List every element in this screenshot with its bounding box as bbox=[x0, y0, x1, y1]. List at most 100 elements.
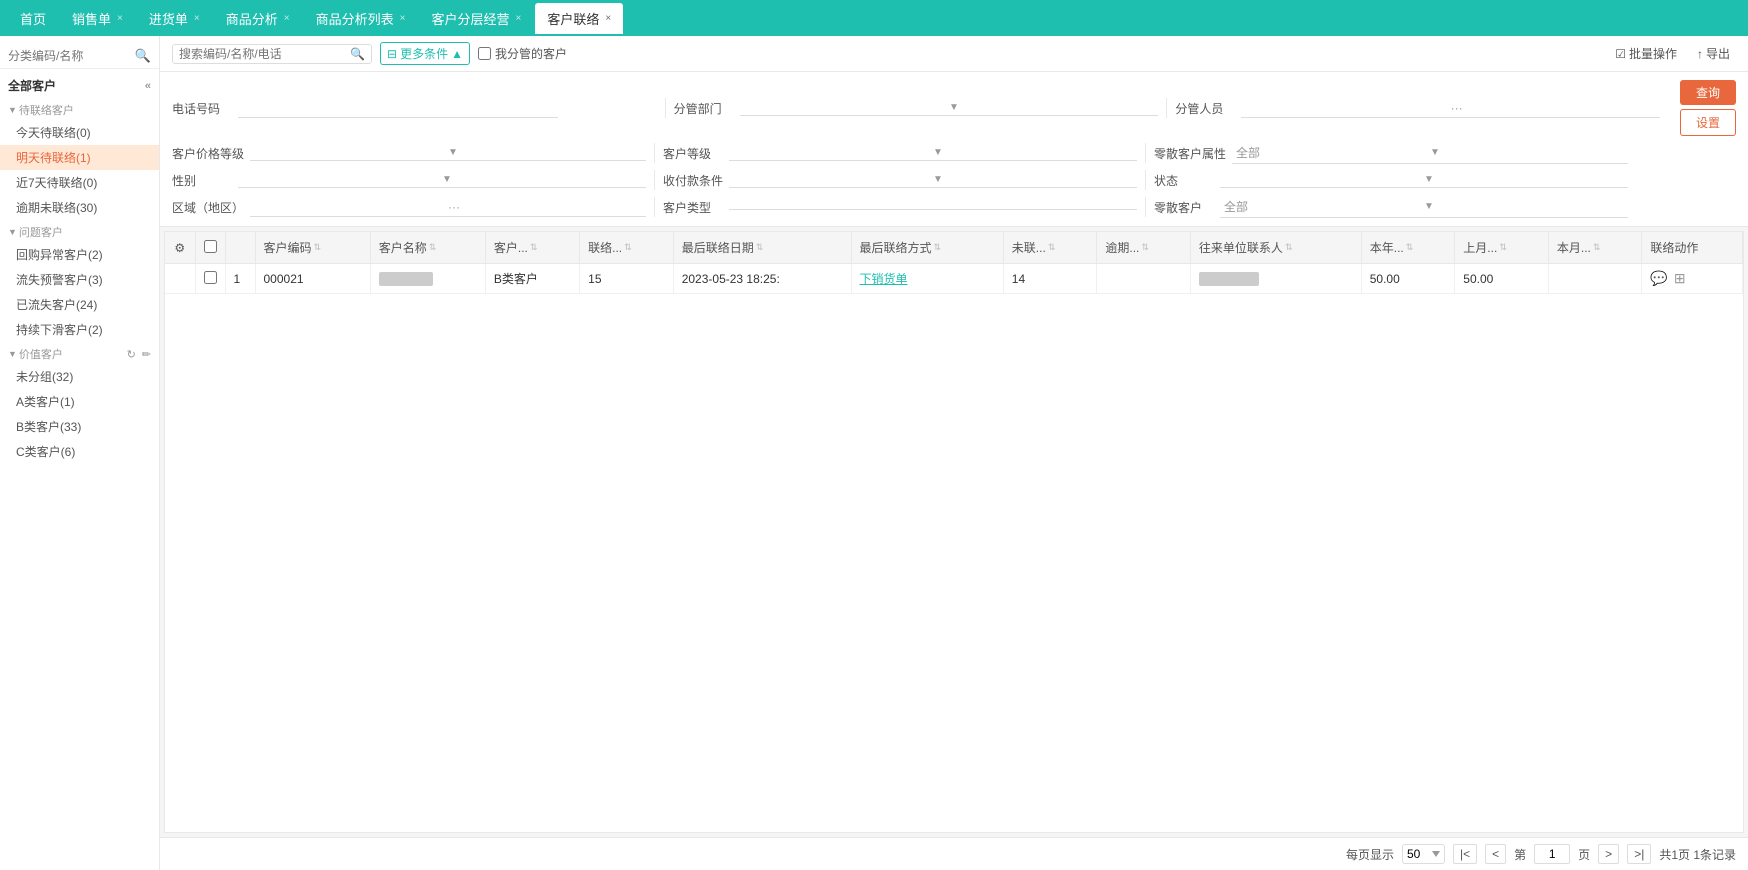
nav-customer-segment-close[interactable]: × bbox=[515, 13, 521, 24]
more-conditions-btn[interactable]: ⊟ 更多条件 ▲ bbox=[380, 42, 470, 65]
filter-row-3: 性别 ▼ 收付款条件 ▼ 状态 bbox=[172, 170, 1736, 190]
settings-btn[interactable]: 设置 bbox=[1680, 109, 1736, 136]
sidebar-item-lost-warning[interactable]: 流失预警客户(3) bbox=[0, 267, 159, 292]
td-last-contact-method[interactable]: 下销货单 bbox=[851, 264, 1003, 294]
nav-customer-contact-close[interactable]: × bbox=[605, 13, 611, 24]
sidebar-item-overdue[interactable]: 逾期未联络(30) bbox=[0, 195, 159, 220]
sort-unit-icon: ⇅ bbox=[1285, 242, 1293, 253]
sidebar-item-type-c[interactable]: C类客户(6) bbox=[0, 439, 159, 464]
sidebar-item-week7[interactable]: 近7天待联络(0) bbox=[0, 170, 159, 195]
nav-purchase[interactable]: 进货单 × bbox=[137, 3, 212, 34]
gear-icon[interactable]: ⚙ bbox=[174, 241, 185, 255]
value-refresh-icon[interactable]: ↻ bbox=[127, 348, 136, 361]
person-more-icon[interactable]: ··· bbox=[1447, 101, 1656, 115]
person-select[interactable]: ··· bbox=[1241, 99, 1660, 118]
batch-op-btn[interactable]: ☑ 批量操作 bbox=[1609, 43, 1683, 64]
payment-select[interactable]: ▼ bbox=[729, 172, 1137, 188]
phone-input[interactable] bbox=[238, 99, 558, 118]
retail-attr-arrow-icon: ▼ bbox=[1430, 147, 1624, 158]
th-name[interactable]: 客户名称 ⇅ bbox=[370, 232, 485, 264]
action-grid-icon[interactable]: ⊞ bbox=[1674, 270, 1686, 287]
th-code[interactable]: 客户编码 ⇅ bbox=[255, 232, 370, 264]
my-customers-checkbox[interactable] bbox=[478, 47, 491, 60]
filter-row-2: 客户价格等级 ▼ 客户等级 ▼ 零散客户属性 bbox=[172, 142, 1736, 164]
retail-attr-select[interactable]: 全部 ▼ bbox=[1232, 142, 1628, 164]
th-this-year[interactable]: 本年... ⇅ bbox=[1361, 232, 1455, 264]
td-checkbox[interactable] bbox=[195, 264, 225, 294]
search-icon[interactable]: 🔍 bbox=[350, 47, 365, 61]
th-unit-contact[interactable]: 往来单位联系人 ⇅ bbox=[1190, 232, 1361, 264]
td-name: Ea bbox=[370, 264, 485, 294]
search-input[interactable] bbox=[179, 47, 350, 61]
nav-purchase-close[interactable]: × bbox=[194, 13, 200, 24]
table-body: 1 000021 Ea B类客户 15 2023-05-23 18:25: 下销… bbox=[165, 264, 1743, 294]
query-btn[interactable]: 查询 bbox=[1680, 80, 1736, 105]
filter-phone: 电话号码 bbox=[172, 99, 657, 118]
sidebar-item-already-lost[interactable]: 已流失客户(24) bbox=[0, 292, 159, 317]
select-all-checkbox[interactable] bbox=[204, 240, 217, 253]
prev-page-btn[interactable]: < bbox=[1485, 844, 1506, 864]
divider-6 bbox=[1145, 170, 1146, 190]
customer-level-select[interactable]: ▼ bbox=[729, 145, 1137, 161]
sidebar-item-continuous-down[interactable]: 持续下滑客户(2) bbox=[0, 317, 159, 342]
sidebar-item-tomorrow[interactable]: 明天待联络(1) bbox=[0, 145, 159, 170]
dept-select[interactable]: ▼ bbox=[740, 100, 1159, 116]
sort-contact-icon: ⇅ bbox=[624, 242, 632, 253]
th-type[interactable]: 客户... ⇅ bbox=[485, 232, 579, 264]
th-last-contact-date[interactable]: 最后联络日期 ⇅ bbox=[673, 232, 851, 264]
th-checkbox[interactable] bbox=[195, 232, 225, 264]
sidebar: 🔍 全部客户 « 待联络客户 今天待联络(0) 明天待联络(1) 近7天待联络(… bbox=[0, 36, 160, 870]
gender-select[interactable]: ▼ bbox=[238, 172, 646, 188]
nav-analysis-table-close[interactable]: × bbox=[400, 13, 406, 24]
arrow-up-icon: ▲ bbox=[451, 47, 463, 61]
sidebar-item-repurchase[interactable]: 回购异常客户(2) bbox=[0, 242, 159, 267]
first-page-btn[interactable]: |< bbox=[1453, 844, 1477, 864]
nav-analysis[interactable]: 商品分析 × bbox=[214, 3, 302, 34]
th-last-contact-method[interactable]: 最后联络方式 ⇅ bbox=[851, 232, 1003, 264]
status-select[interactable]: ▼ bbox=[1220, 172, 1628, 188]
th-contact[interactable]: 联络... ⇅ bbox=[580, 232, 674, 264]
customer-type-select[interactable] bbox=[729, 205, 1137, 210]
retail-customer-select[interactable]: 全部 ▼ bbox=[1220, 196, 1628, 218]
nav-customer-contact[interactable]: 客户联络 × bbox=[535, 3, 623, 34]
region-select[interactable]: ··· bbox=[250, 198, 646, 217]
row-checkbox[interactable] bbox=[204, 271, 217, 284]
th-last-month[interactable]: 上月... ⇅ bbox=[1455, 232, 1549, 264]
divider-2 bbox=[1166, 98, 1167, 118]
th-no-contact[interactable]: 未联... ⇅ bbox=[1003, 232, 1097, 264]
th-overdue[interactable]: 逾期... ⇅ bbox=[1097, 232, 1191, 264]
sidebar-search-icon[interactable]: 🔍 bbox=[135, 48, 151, 64]
sidebar-search-input[interactable] bbox=[8, 49, 135, 63]
page-input[interactable] bbox=[1534, 844, 1570, 864]
all-customers-header[interactable]: 全部客户 « bbox=[0, 73, 159, 98]
price-level-select[interactable]: ▼ bbox=[250, 145, 646, 161]
th-gear[interactable]: ⚙ bbox=[165, 232, 195, 264]
table-header: ⚙ 客户编码 ⇅ bbox=[165, 232, 1743, 264]
nav-home[interactable]: 首页 bbox=[8, 3, 58, 34]
filter-panel: 电话号码 分管部门 ▼ 分管人员 ··· bbox=[160, 72, 1748, 227]
page-size-select[interactable]: 50 100 200 bbox=[1402, 844, 1445, 864]
sidebar-item-unclassified[interactable]: 未分组(32) bbox=[0, 364, 159, 389]
table-wrapper: ⚙ 客户编码 ⇅ bbox=[164, 231, 1744, 833]
th-this-month[interactable]: 本月... ⇅ bbox=[1548, 232, 1642, 264]
region-more-icon[interactable]: ··· bbox=[444, 200, 642, 214]
sidebar-item-type-b[interactable]: B类客户(33) bbox=[0, 414, 159, 439]
nav-analysis-table[interactable]: 商品分析列表 × bbox=[304, 3, 418, 34]
last-page-btn[interactable]: >| bbox=[1627, 844, 1651, 864]
nav-sales-close[interactable]: × bbox=[117, 13, 123, 24]
sidebar-item-type-a[interactable]: A类客户(1) bbox=[0, 389, 159, 414]
content-area: 🔍 ⊟ 更多条件 ▲ 我分管的客户 ☑ 批量操作 ↑ 导出 bbox=[160, 36, 1748, 870]
value-edit-icon[interactable]: ✏ bbox=[142, 348, 151, 361]
table-row: 1 000021 Ea B类客户 15 2023-05-23 18:25: 下销… bbox=[165, 264, 1743, 294]
action-comment-icon[interactable]: 💬 bbox=[1650, 270, 1667, 287]
sort-date-icon: ⇅ bbox=[756, 242, 764, 253]
sidebar-item-today[interactable]: 今天待联络(0) bbox=[0, 120, 159, 145]
nav-customer-segment[interactable]: 客户分层经营 × bbox=[419, 3, 533, 34]
collapse-icon[interactable]: « bbox=[145, 80, 151, 92]
next-page-btn[interactable]: > bbox=[1598, 844, 1619, 864]
sidebar-group-value: 价值客户 ↻ ✏ bbox=[0, 342, 159, 364]
nav-sales[interactable]: 销售单 × bbox=[60, 3, 135, 34]
export-btn[interactable]: ↑ 导出 bbox=[1691, 43, 1736, 64]
my-customers-checkbox-label[interactable]: 我分管的客户 bbox=[478, 45, 567, 62]
nav-analysis-close[interactable]: × bbox=[284, 13, 290, 24]
